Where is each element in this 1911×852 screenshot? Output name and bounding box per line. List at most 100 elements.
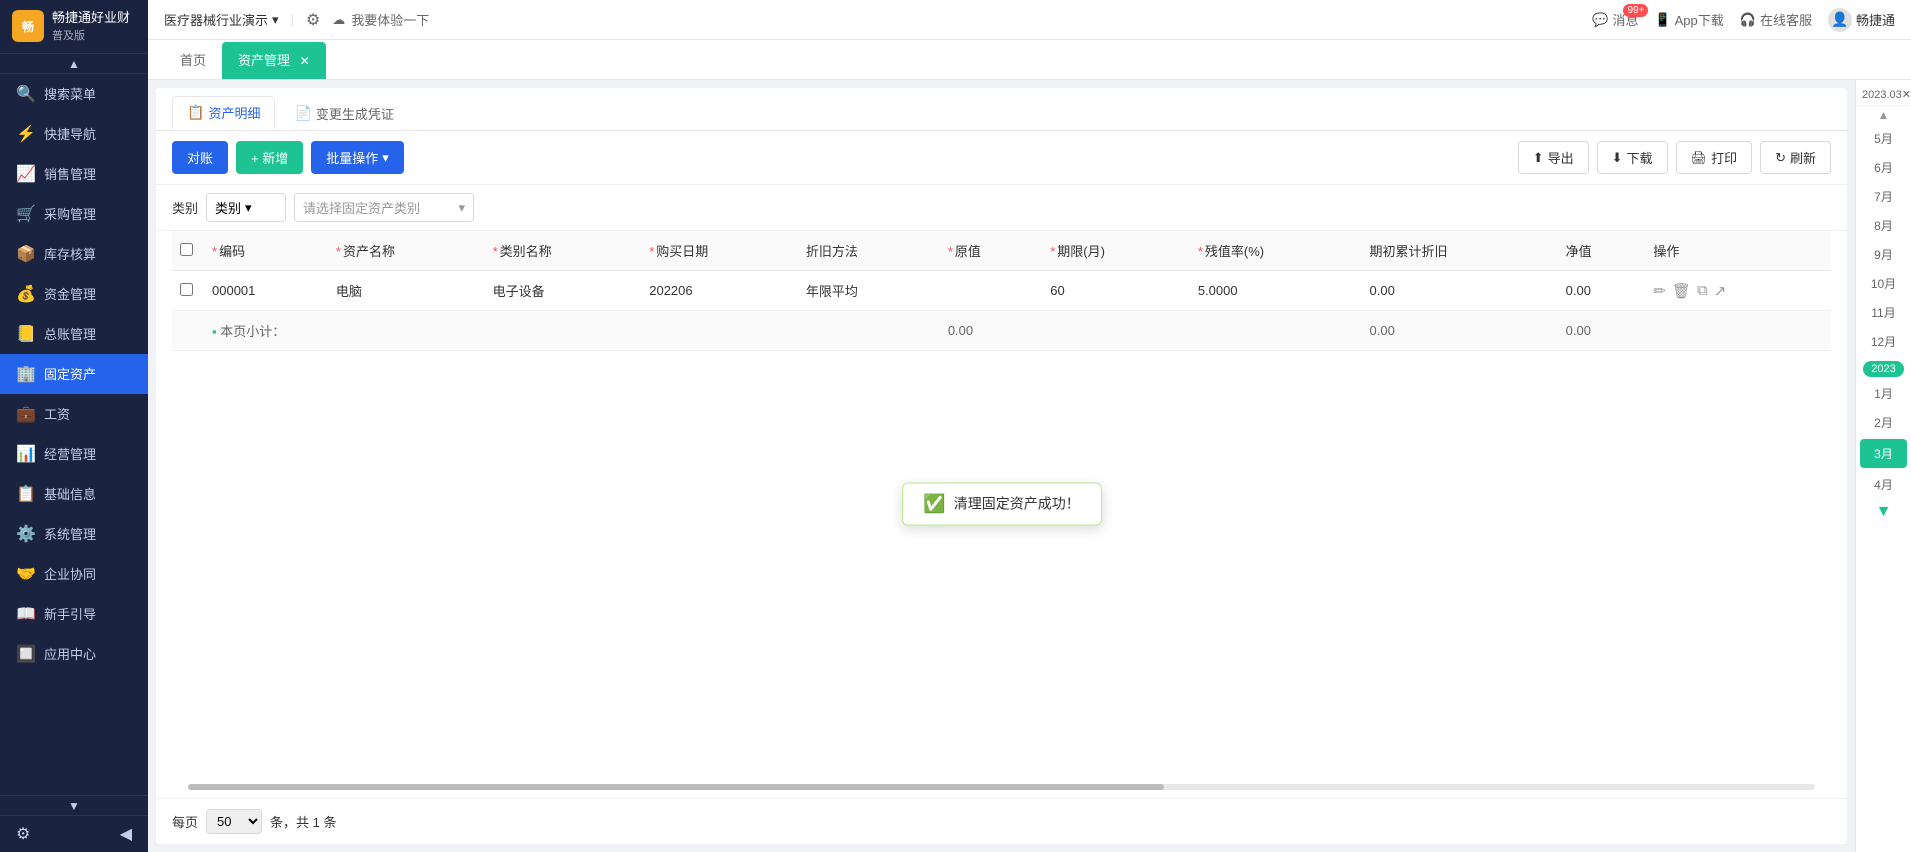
sub-tab-change-voucher[interactable]: 📄 变更生成凭证	[279, 97, 408, 129]
cloud-icon: ☁	[332, 12, 345, 28]
sidebar-item-search[interactable]: 🔍 搜索菜单	[0, 74, 148, 114]
month-11[interactable]: 11月	[1856, 298, 1911, 327]
topbar-separator: |	[291, 12, 294, 27]
settings-gear-icon[interactable]: ⚙	[306, 10, 320, 30]
sidebar-item-inventory[interactable]: 📦 库存核算	[0, 234, 148, 274]
export-button[interactable]: ⬆ 导出	[1518, 141, 1589, 174]
toast-success-icon: ✅	[923, 493, 945, 514]
app-download-btn[interactable]: 📱 App下载	[1654, 10, 1723, 29]
company-selector[interactable]: 医疗器械行业演示 ▾	[164, 10, 279, 29]
toast-notification: ✅ 清理固定资产成功！	[902, 482, 1102, 525]
more-icon[interactable]: ↗	[1714, 282, 1727, 300]
delete-icon[interactable]: 🗑	[1672, 282, 1691, 300]
phone-icon: 📱	[1654, 12, 1670, 28]
year-2023-badge[interactable]: 2023	[1863, 361, 1903, 377]
right-panel-bottom-icon[interactable]: ▼	[1872, 499, 1896, 525]
col-initial-accumulated: 期初累计折旧	[1362, 231, 1558, 271]
month-8[interactable]: 8月	[1856, 211, 1911, 240]
right-panel-header: 2023.03 ✕ ⤢	[1856, 84, 1911, 106]
total-count: 条，共 1 条	[270, 812, 336, 831]
sidebar-item-system[interactable]: ⚙️ 系统管理	[0, 514, 148, 554]
sidebar-item-fixed-assets[interactable]: 🏢 固定资产	[0, 354, 148, 394]
operations-icon: 📊	[16, 444, 36, 464]
sidebar-item-ledger[interactable]: 📒 总账管理	[0, 314, 148, 354]
sidebar-item-purchase[interactable]: 🛒 采购管理	[0, 194, 148, 234]
month-4[interactable]: 4月	[1856, 470, 1911, 499]
asset-table: *编码 *资产名称 *类别名称 *购买日期 折旧方法 *原值 *期限(月) *残…	[172, 231, 1831, 351]
right-panel-scroll-up[interactable]: ▲	[1878, 106, 1890, 124]
topbar: 医疗器械行业演示 ▾ | ⚙ ☁ 我要体验一下 💬 消息 99+ 📱 App下载…	[148, 0, 1911, 40]
sidebar-scroll-down[interactable]: ▼	[68, 799, 80, 813]
ledger-icon: 📒	[16, 324, 36, 344]
scrollbar-thumb[interactable]	[188, 784, 1164, 790]
month-12[interactable]: 12月	[1856, 327, 1911, 356]
horizontal-scrollbar[interactable]	[188, 784, 1815, 790]
sidebar-item-operations[interactable]: 📊 经营管理	[0, 434, 148, 474]
per-page-select[interactable]: 50 100 200	[206, 809, 262, 834]
tab-close-icon[interactable]: ✕	[300, 54, 310, 68]
month-3-current[interactable]: 3月	[1860, 439, 1907, 468]
topbar-right: 💬 消息 99+ 📱 App下载 🎧 在线客服 👤 畅捷通	[1592, 8, 1895, 32]
batch-button[interactable]: 批量操作 ▾	[311, 141, 404, 174]
user-menu[interactable]: 👤 畅捷通	[1828, 8, 1895, 32]
sidebar-item-basic-info[interactable]: 📋 基础信息	[0, 474, 148, 514]
payroll-icon: 💼	[16, 404, 36, 424]
app-center-icon: 🔲	[16, 644, 36, 664]
sub-tab-asset-list[interactable]: 📋 资产明细	[172, 96, 275, 130]
sidebar-item-sales[interactable]: 📈 销售管理	[0, 154, 148, 194]
month-5[interactable]: 5月	[1856, 124, 1911, 153]
select-all-checkbox[interactable]	[180, 243, 193, 256]
settings-icon[interactable]: ⚙	[16, 824, 30, 844]
close-panel-icon[interactable]: ✕	[1902, 88, 1911, 101]
month-9[interactable]: 9月	[1856, 240, 1911, 269]
sidebar-item-app-center[interactable]: 🔲 应用中心	[0, 634, 148, 674]
sidebar-item-quick-nav[interactable]: ⚡ 快捷导航	[0, 114, 148, 154]
sidebar-item-guide[interactable]: 📖 新手引导	[0, 594, 148, 634]
col-original-value: *原值	[940, 231, 1042, 271]
month-2[interactable]: 2月	[1856, 408, 1911, 437]
message-btn[interactable]: 💬 消息 99+	[1592, 10, 1638, 29]
cell-residual-rate: 5.0000	[1190, 271, 1362, 311]
service-btn[interactable]: 🎧 在线客服	[1740, 10, 1812, 29]
tab-asset-mgmt[interactable]: 资产管理 ✕	[222, 42, 326, 79]
basic-info-icon: 📋	[16, 484, 36, 504]
download-button[interactable]: ⬇ 下载	[1597, 141, 1668, 174]
reconcile-button[interactable]: 对账	[172, 141, 228, 174]
sidebar-scroll-up[interactable]: ▲	[68, 57, 80, 71]
subtotal-original-value: 0.00	[940, 311, 1042, 351]
print-button[interactable]: 🖨 打印	[1676, 141, 1753, 174]
month-1[interactable]: 1月	[1856, 379, 1911, 408]
sidebar-item-enterprise[interactable]: 🤝 企业协同	[0, 554, 148, 594]
inventory-icon: 📦	[16, 244, 36, 264]
tab-home[interactable]: 首页	[164, 42, 222, 79]
row-checkbox[interactable]	[180, 283, 193, 296]
month-7[interactable]: 7月	[1856, 182, 1911, 211]
enterprise-icon: 🤝	[16, 564, 36, 584]
cell-original-value	[940, 271, 1042, 311]
asset-table-container: *编码 *资产名称 *类别名称 *购买日期 折旧方法 *原值 *期限(月) *残…	[156, 231, 1847, 776]
cell-name: 电脑	[328, 271, 485, 311]
fixed-assets-icon: 🏢	[16, 364, 36, 384]
collapse-icon[interactable]: ◀	[120, 824, 132, 844]
sidebar-item-finance[interactable]: 💰 资金管理	[0, 274, 148, 314]
new-button[interactable]: + 新增	[236, 141, 303, 174]
category-type-select[interactable]: 类别 ▾	[206, 193, 286, 222]
sidebar-item-payroll[interactable]: 💼 工资	[0, 394, 148, 434]
year-label: 2023.03	[1862, 89, 1902, 101]
col-net-value: 净值	[1558, 231, 1646, 271]
col-name: *资产名称	[328, 231, 485, 271]
batch-dropdown-icon: ▾	[382, 150, 389, 166]
copy-icon[interactable]: ⧉	[1697, 282, 1708, 299]
cell-category: 电子设备	[485, 271, 642, 311]
headset-icon: 🎧	[1740, 12, 1756, 28]
edit-icon[interactable]: ✏	[1653, 282, 1666, 300]
sidebar-nav: 🔍 搜索菜单 ⚡ 快捷导航 📈 销售管理 🛒 采购管理 📦 库存核算 💰 资金管…	[0, 74, 148, 795]
category-value-select[interactable]: 请选择固定资产类别 ▾	[294, 193, 474, 222]
refresh-button[interactable]: ↻ 刷新	[1760, 141, 1831, 174]
col-period: *期限(月)	[1042, 231, 1190, 271]
month-6[interactable]: 6月	[1856, 153, 1911, 182]
col-code: *编码	[204, 231, 328, 271]
experience-btn[interactable]: ☁ 我要体验一下	[332, 10, 429, 29]
month-10[interactable]: 10月	[1856, 269, 1911, 298]
toolbar: 对账 + 新增 批量操作 ▾ ⬆ 导出 ⬇ 下载	[156, 131, 1847, 185]
